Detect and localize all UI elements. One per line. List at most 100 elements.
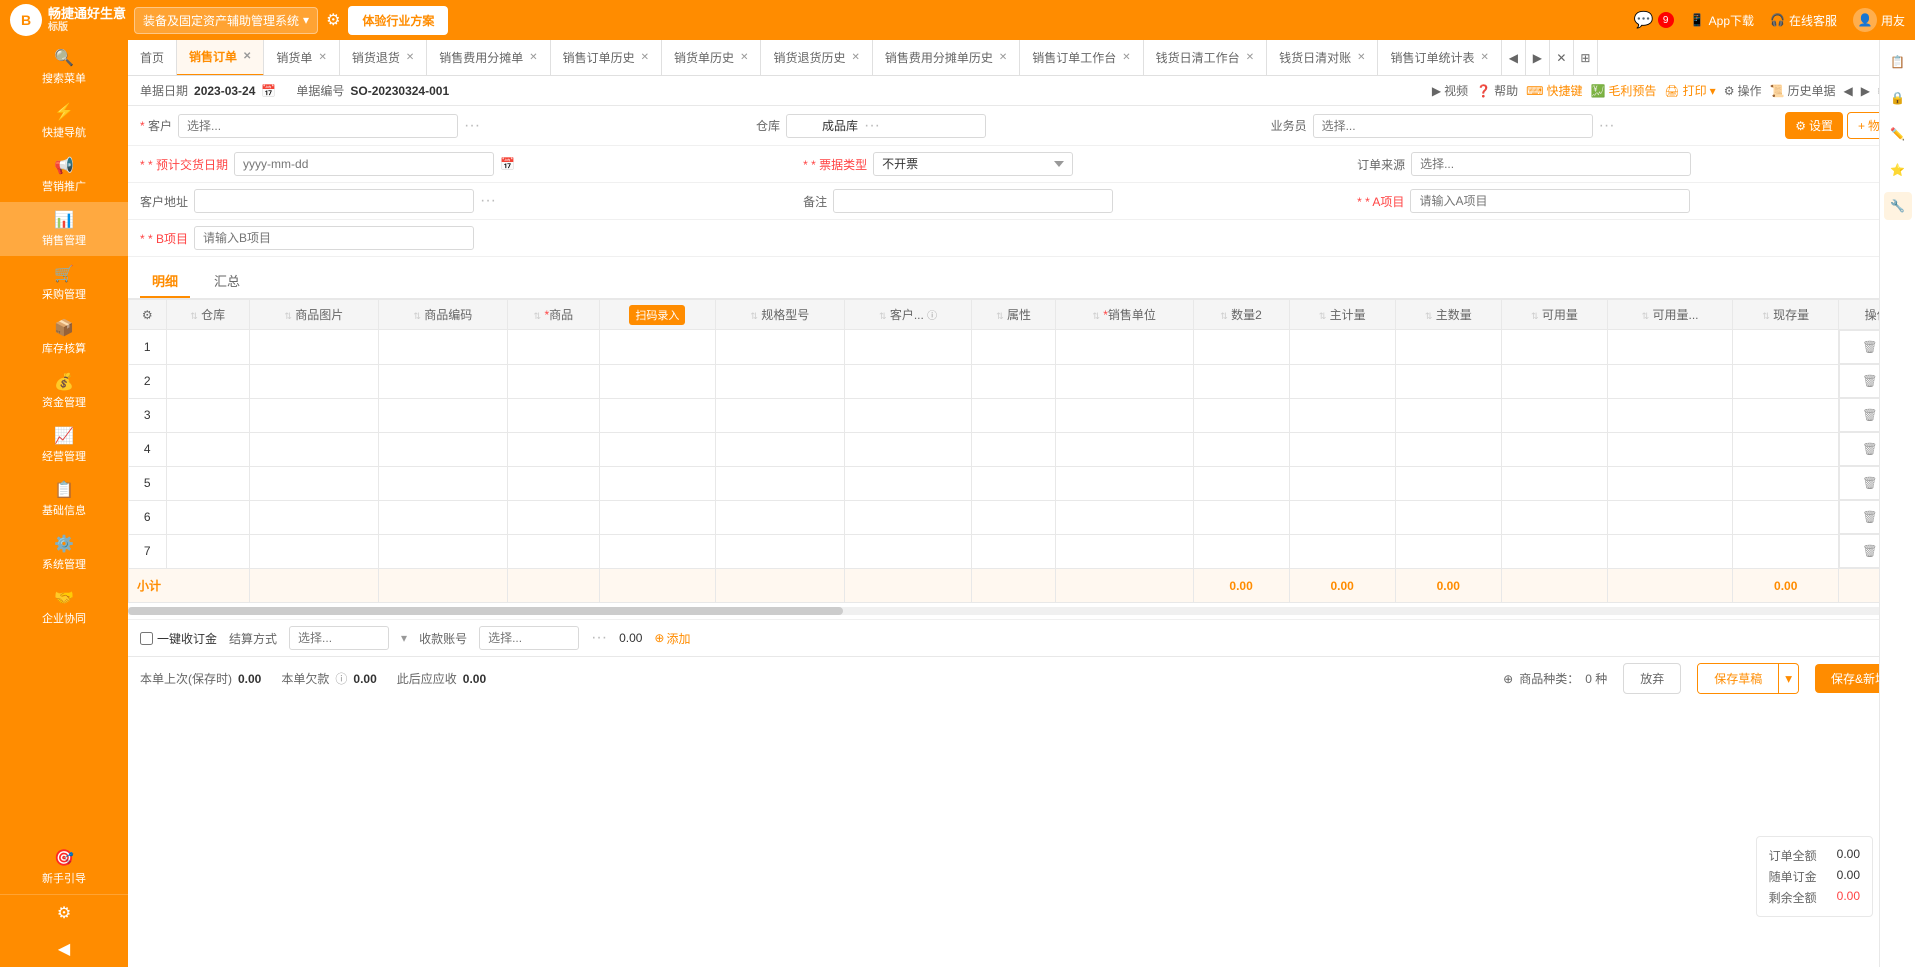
print-btn[interactable]: 🖨 打印 ▾	[1664, 82, 1715, 99]
close-tab-return-history[interactable]: ✕	[851, 52, 859, 63]
history-bill-btn[interactable]: 📜 历史单据	[1769, 82, 1835, 99]
settings-btn[interactable]: ⚙ 设置	[1785, 112, 1843, 139]
message-icon[interactable]: 💬 9	[1634, 10, 1674, 30]
horizontal-scrollbar[interactable]	[128, 607, 1915, 615]
one-key-checkout-label[interactable]: 一键收订金	[140, 630, 217, 647]
tab-sales-order[interactable]: 销售订单 ✕	[177, 40, 264, 76]
help-btn[interactable]: ❓ 帮助	[1476, 82, 1518, 99]
sidebar-bottom-settings[interactable]: ⚙	[0, 894, 128, 931]
scroll-thumb[interactable]	[128, 607, 843, 615]
close-tab-expense-history[interactable]: ✕	[999, 52, 1007, 63]
right-panel-edit-icon[interactable]: ✏️	[1884, 120, 1912, 148]
shortcut-btn[interactable]: ⌨ 快捷键	[1526, 82, 1582, 99]
close-tab-workbench[interactable]: ✕	[1122, 52, 1130, 63]
tab-home[interactable]: 首页	[128, 40, 177, 76]
sidebar-marketing[interactable]: 📢 营销推广	[0, 148, 128, 202]
tab-reconcile[interactable]: 钱货日清对账 ✕	[1267, 40, 1378, 76]
tab-close-all[interactable]: ✕	[1550, 40, 1574, 76]
delete-row-btn[interactable]: 🗑	[1862, 510, 1877, 524]
close-tab-sales-invoice[interactable]: ✕	[318, 52, 326, 63]
sidebar-basic-info[interactable]: 📋 基础信息	[0, 472, 128, 526]
tab-summary[interactable]: 汇总	[202, 265, 252, 298]
tab-sales-return[interactable]: 销货退货 ✕	[340, 40, 427, 76]
delete-row-btn[interactable]: 🗑	[1862, 340, 1877, 354]
delete-row-btn[interactable]: 🗑	[1862, 544, 1877, 558]
col-image[interactable]: ⇅ 商品图片	[249, 300, 378, 330]
next-record-btn[interactable]: ▶	[1861, 84, 1870, 98]
col-spec[interactable]: ⇅ 规格型号	[715, 300, 844, 330]
tab-invoice-history[interactable]: 销货单历史 ✕	[662, 40, 761, 76]
sidebar-enterprise[interactable]: 🤝 企业协同	[0, 580, 128, 634]
app-download[interactable]: 📱 App下载	[1690, 12, 1754, 29]
profit-forecast-btn[interactable]: 💹 毛利预告	[1590, 82, 1656, 99]
settings-icon[interactable]: ⚙	[326, 10, 340, 30]
online-support[interactable]: 🎧 在线客服	[1770, 12, 1837, 29]
right-panel-star-icon[interactable]: ⭐	[1884, 156, 1912, 184]
col-available2[interactable]: ⇅ 可用量...	[1608, 300, 1733, 330]
invoice-type-select[interactable]: 不开票	[873, 152, 1073, 176]
right-panel-lock-icon[interactable]: 🔒	[1884, 84, 1912, 112]
save-draft-dropdown-btn[interactable]: ▾	[1779, 665, 1798, 693]
remark-input[interactable]	[833, 189, 1113, 213]
one-key-checkout-checkbox[interactable]	[140, 632, 153, 645]
save-draft-btn[interactable]: 保存草稿	[1698, 664, 1779, 693]
tab-expense-history[interactable]: 销售费用分摊单历史 ✕	[873, 40, 1020, 76]
warehouse-more-btn[interactable]: ···	[864, 117, 880, 135]
b-project-input[interactable]	[194, 226, 474, 250]
close-tab-daily-clear[interactable]: ✕	[1246, 52, 1254, 63]
col-attr[interactable]: ⇅ 属性	[972, 300, 1055, 330]
right-panel-tool-icon[interactable]: 🔧	[1884, 192, 1912, 220]
close-tab-invoice-history[interactable]: ✕	[740, 52, 748, 63]
delivery-calendar-icon[interactable]: 📅	[500, 157, 515, 171]
account-more-btn[interactable]: ···	[591, 629, 607, 647]
delete-row-btn[interactable]: 🗑	[1862, 374, 1877, 388]
close-tab-reconcile[interactable]: ✕	[1357, 52, 1365, 63]
tab-daily-clear[interactable]: 钱货日清工作台 ✕	[1144, 40, 1267, 76]
tab-workbench[interactable]: 销售订单工作台 ✕	[1020, 40, 1143, 76]
sidebar-collapse[interactable]: ◀	[0, 931, 128, 967]
col-product[interactable]: ⇅ *商品	[507, 300, 599, 330]
tab-detail[interactable]: 明细	[140, 265, 190, 298]
prev-record-btn[interactable]: ◀	[1843, 84, 1852, 98]
col-unit[interactable]: ⇅ *销售单位	[1055, 300, 1193, 330]
warehouse-input[interactable]	[786, 114, 986, 138]
close-tab-stats[interactable]: ✕	[1481, 52, 1489, 63]
sidebar-newbie[interactable]: 🎯 新手引导	[0, 840, 128, 894]
tab-expense-split[interactable]: 销售费用分摊单 ✕	[427, 40, 550, 76]
scan-input-btn[interactable]: 扫码录入	[629, 305, 685, 325]
col-settings[interactable]: ⚙	[129, 300, 167, 330]
video-btn[interactable]: ▶ 视频	[1432, 82, 1468, 99]
close-tab-expense-split[interactable]: ✕	[529, 52, 537, 63]
col-scan[interactable]: 扫码录入	[599, 300, 715, 330]
calendar-icon[interactable]: 📅	[261, 84, 276, 98]
tab-nav-prev[interactable]: ◀	[1502, 40, 1526, 76]
close-tab-order-history[interactable]: ✕	[641, 52, 649, 63]
tab-nav-next[interactable]: ▶	[1526, 40, 1550, 76]
col-warehouse[interactable]: ⇅ 仓库	[166, 300, 249, 330]
sidebar-finance[interactable]: 💰 资金管理	[0, 364, 128, 418]
col-stock[interactable]: ⇅ 现存量	[1733, 300, 1839, 330]
discard-btn[interactable]: 放弃	[1623, 663, 1681, 694]
tab-stats[interactable]: 销售订单统计表 ✕	[1378, 40, 1501, 76]
tab-order-history[interactable]: 销售订单历史 ✕	[551, 40, 662, 76]
user-avatar[interactable]: 👤 用友	[1853, 8, 1905, 32]
sidebar-purchase[interactable]: 🛒 采购管理	[0, 256, 128, 310]
salesperson-more-btn[interactable]: ···	[1599, 117, 1615, 135]
delete-row-btn[interactable]: 🗑	[1862, 476, 1877, 490]
right-panel-list-icon[interactable]: 📋	[1884, 48, 1912, 76]
salesperson-input[interactable]	[1313, 114, 1593, 138]
payment-method-input[interactable]	[289, 626, 389, 650]
customer-more-btn[interactable]: ···	[464, 117, 480, 135]
col-main-qty[interactable]: ⇅ 主数量	[1395, 300, 1501, 330]
sidebar-operations[interactable]: 📈 经营管理	[0, 418, 128, 472]
industry-btn[interactable]: 体验行业方案	[348, 6, 448, 35]
tab-return-history[interactable]: 销货退货历史 ✕	[761, 40, 872, 76]
operation-btn[interactable]: ⚙ 操作	[1724, 82, 1762, 99]
account-input[interactable]	[479, 626, 579, 650]
delete-row-btn[interactable]: 🗑	[1862, 442, 1877, 456]
col-available[interactable]: ⇅ 可用量	[1501, 300, 1607, 330]
customer-input[interactable]	[178, 114, 458, 138]
close-tab-sales-order[interactable]: ✕	[243, 51, 251, 62]
address-more-btn[interactable]: ···	[480, 192, 496, 210]
sidebar-inventory[interactable]: 📦 库存核算	[0, 310, 128, 364]
